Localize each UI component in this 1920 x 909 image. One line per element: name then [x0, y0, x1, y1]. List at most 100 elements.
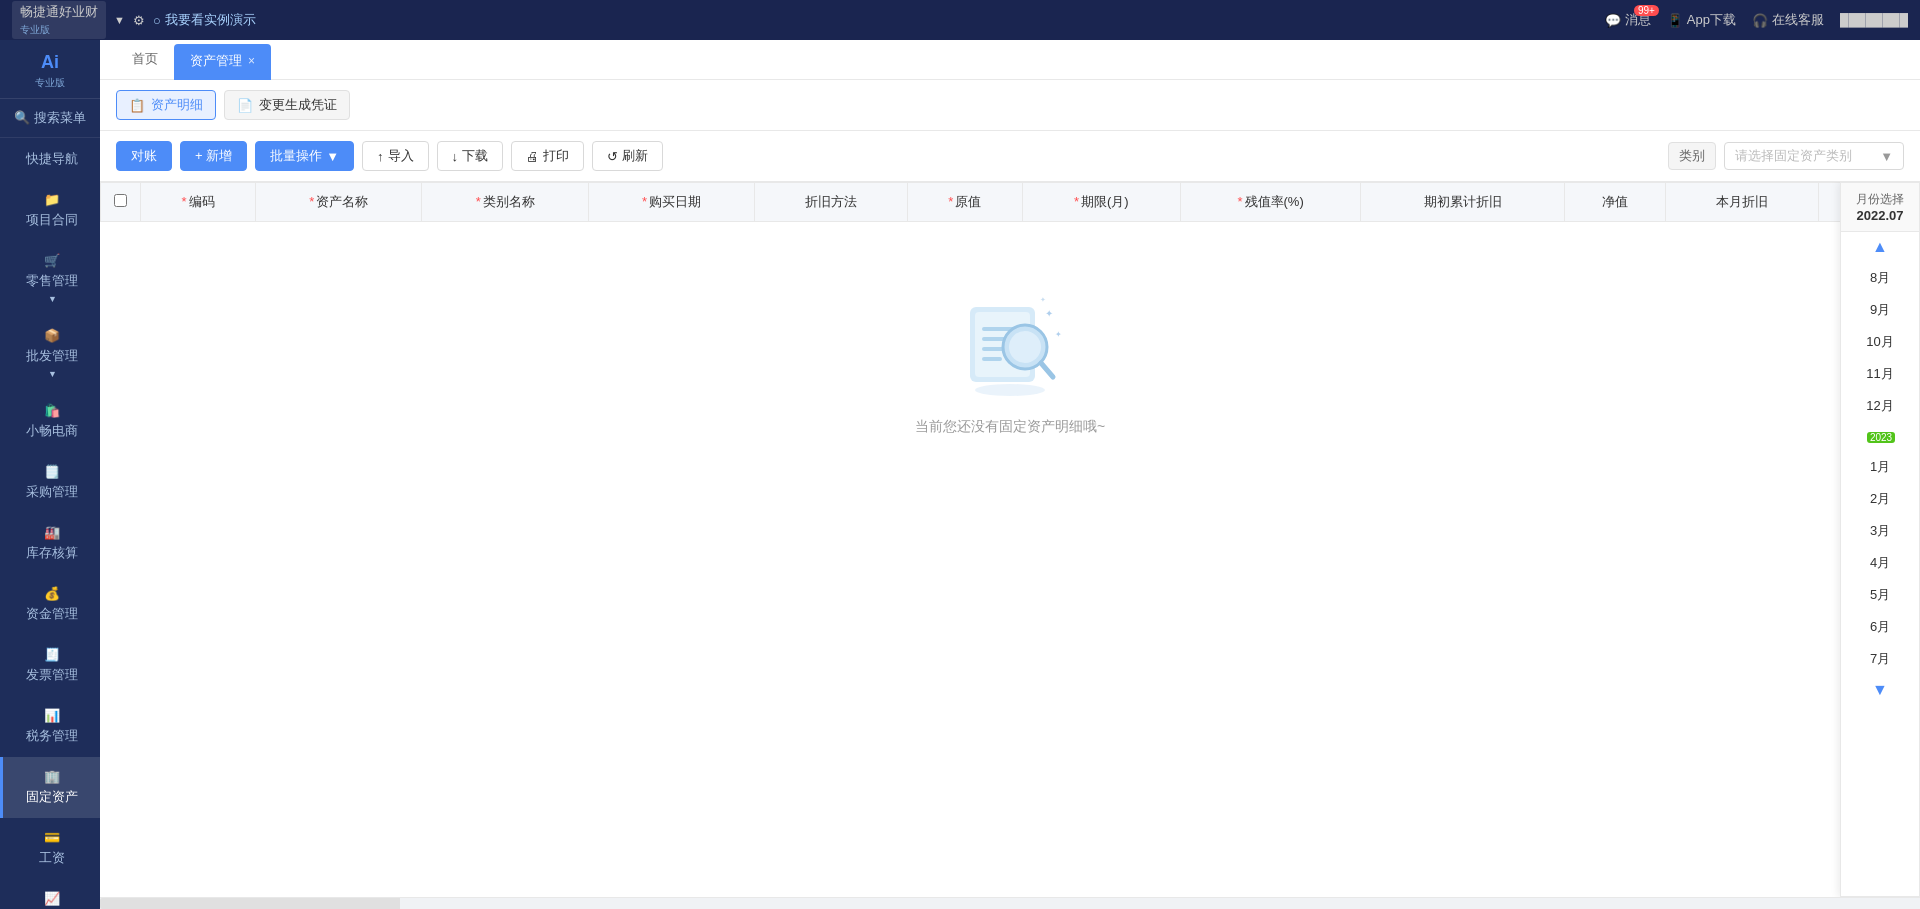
top-bar-left: 畅捷通好业财 专业版 ▼ ⚙ ○ 我要看实例演示	[12, 1, 1597, 39]
refresh-icon: ↺	[607, 149, 618, 164]
th-original-value: *原值	[907, 183, 1022, 222]
year-2023-marker: 2023	[1841, 422, 1919, 451]
table-header-row: *编码 *资产名称 *类别名称 *购买日期 折旧方法 *原值 *期限(月) *残…	[101, 183, 1920, 222]
select-all-checkbox[interactable]	[114, 194, 127, 207]
month-item-8[interactable]: 8月	[1841, 262, 1919, 294]
scrollbar-track	[100, 898, 1920, 909]
th-period-months: *期限(月)	[1022, 183, 1180, 222]
month-item-2023-2[interactable]: 2月	[1841, 483, 1919, 515]
asset-table: *编码 *资产名称 *类别名称 *购买日期 折旧方法 *原值 *期限(月) *残…	[100, 182, 1920, 496]
batch-operations-button[interactable]: 批量操作 ▼	[255, 141, 354, 171]
month-nav-down-button[interactable]: ▼	[1868, 679, 1892, 701]
toolbar-right: 类别 请选择固定资产类别 ▼	[1668, 142, 1904, 170]
th-monthly-depreciation: 本月折旧	[1666, 183, 1818, 222]
svg-text:✦: ✦	[1055, 330, 1062, 339]
main-layout: Ai 专业版 🔍 搜索菜单 快捷导航 📁 项目合同 🛒 零售管理 ▼ 📦 批发管…	[0, 40, 1920, 909]
sidebar-item-operations[interactable]: 📈 经营管理	[0, 879, 100, 909]
th-category: *类别名称	[422, 183, 588, 222]
year-badge: 2023	[1867, 432, 1895, 443]
th-residual-rate: *残值率(%)	[1180, 183, 1361, 222]
table-wrapper: *编码 *资产名称 *类别名称 *购买日期 折旧方法 *原值 *期限(月) *残…	[100, 182, 1920, 897]
import-icon: ↑	[377, 149, 384, 164]
month-item-2023-3[interactable]: 3月	[1841, 515, 1919, 547]
sidebar-item-retail[interactable]: 🛒 零售管理 ▼	[0, 241, 100, 316]
tab-bar: 首页 资产管理 ×	[100, 40, 1920, 80]
svg-text:✦: ✦	[1040, 296, 1046, 303]
download-button[interactable]: ↓ 下载	[437, 141, 504, 171]
sub-tab-asset-detail[interactable]: 📋 资产明细	[116, 90, 216, 120]
top-bar-right: 💬 消息 99+ 📱 App下载 🎧 在线客服 ████████	[1605, 11, 1908, 29]
app-download-button[interactable]: 📱 App下载	[1667, 11, 1736, 29]
category-select[interactable]: 请选择固定资产类别 ▼	[1724, 142, 1904, 170]
tab-home[interactable]: 首页	[116, 40, 174, 80]
company-dropdown[interactable]: ▼	[114, 14, 125, 26]
sidebar-logo: Ai 专业版	[0, 40, 100, 99]
empty-row: ✦ ✦ ✦ 当前您还没有固定资产明细哦~	[101, 222, 1920, 497]
svg-rect-6	[982, 357, 1002, 361]
import-button[interactable]: ↑ 导入	[362, 141, 429, 171]
month-item-12[interactable]: 12月	[1841, 390, 1919, 422]
svg-line-9	[1041, 363, 1053, 377]
asset-detail-icon: 📋	[129, 98, 145, 113]
sidebar-item-ecommerce[interactable]: 🛍️ 小畅电商	[0, 391, 100, 452]
online-service-button[interactable]: 🎧 在线客服	[1752, 11, 1824, 29]
empty-illustration: ✦ ✦ ✦	[950, 282, 1070, 402]
month-item-11[interactable]: 11月	[1841, 358, 1919, 390]
add-button[interactable]: + 新增	[180, 141, 247, 171]
user-info: ████████	[1840, 13, 1908, 27]
message-button[interactable]: 💬 消息 99+	[1605, 11, 1651, 29]
change-voucher-icon: 📄	[237, 98, 253, 113]
month-panel: 月份选择 2022.07 ▲ 8月 9月 10月	[1840, 182, 1920, 897]
logo-sub: 专业版	[8, 76, 92, 90]
month-item-2023-1[interactable]: 1月	[1841, 451, 1919, 483]
th-period-accumulated: 期初累计折旧	[1361, 183, 1565, 222]
service-icon: 🎧	[1752, 13, 1768, 28]
sidebar-item-tax[interactable]: 📊 税务管理	[0, 696, 100, 757]
category-arrow-icon: ▼	[1880, 149, 1893, 164]
sidebar-item-invoice[interactable]: 🧾 发票管理	[0, 635, 100, 696]
month-item-2023-6[interactable]: 6月	[1841, 611, 1919, 643]
month-panel-title: 月份选择	[1849, 191, 1911, 208]
month-nav-up-button[interactable]: ▲	[1868, 236, 1892, 258]
content-area: 📋 资产明细 📄 变更生成凭证 对账 + 新增	[100, 80, 1920, 909]
month-item-10[interactable]: 10月	[1841, 326, 1919, 358]
print-icon: 🖨	[526, 149, 539, 164]
sidebar-item-quick-nav[interactable]: 快捷导航	[0, 138, 100, 180]
th-net-value: 净值	[1565, 183, 1666, 222]
sidebar-item-project[interactable]: 📁 项目合同	[0, 180, 100, 241]
sidebar-item-fixed-assets[interactable]: 🏢 固定资产	[0, 757, 100, 818]
search-icon: 🔍	[14, 110, 30, 125]
sidebar-item-inventory[interactable]: 🏭 库存核算	[0, 513, 100, 574]
settings-icon[interactable]: ⚙	[133, 13, 145, 28]
month-item-2023-4[interactable]: 4月	[1841, 547, 1919, 579]
th-purchase-date: *购买日期	[588, 183, 754, 222]
month-item-2023-5[interactable]: 5月	[1841, 579, 1919, 611]
month-item-9[interactable]: 9月	[1841, 294, 1919, 326]
sidebar-item-payroll[interactable]: 💳 工资	[0, 818, 100, 879]
svg-point-0	[975, 384, 1045, 396]
refresh-button[interactable]: ↺ 刷新	[592, 141, 663, 171]
reconcile-button[interactable]: 对账	[116, 141, 172, 171]
month-panel-selected: 2022.07	[1849, 208, 1911, 223]
category-filter: 类别 请选择固定资产类别 ▼	[1668, 142, 1904, 170]
tab-asset-management[interactable]: 资产管理 ×	[174, 44, 271, 80]
category-label: 类别	[1668, 142, 1716, 170]
bottom-scrollbar[interactable]	[100, 897, 1920, 909]
svg-point-8	[1009, 331, 1041, 363]
table-month-wrapper: *编码 *资产名称 *类别名称 *购买日期 折旧方法 *原值 *期限(月) *残…	[100, 182, 1920, 897]
sub-tab-change-voucher[interactable]: 📄 变更生成凭证	[224, 90, 350, 120]
th-depreciation-method: 折旧方法	[755, 183, 907, 222]
th-name: *资产名称	[255, 183, 421, 222]
print-button[interactable]: 🖨 打印	[511, 141, 584, 171]
top-bar: 畅捷通好业财 专业版 ▼ ⚙ ○ 我要看实例演示 💬 消息 99+ 📱 App下…	[0, 0, 1920, 40]
sidebar-item-finance[interactable]: 💰 资金管理	[0, 574, 100, 635]
th-checkbox	[101, 183, 141, 222]
month-item-2023-7[interactable]: 7月	[1841, 643, 1919, 675]
demo-link[interactable]: ○ 我要看实例演示	[153, 11, 256, 29]
sidebar-item-purchase[interactable]: 🗒️ 采购管理	[0, 452, 100, 513]
demo-circle-icon: ○	[153, 13, 161, 28]
sidebar-item-wholesale[interactable]: 📦 批发管理 ▼	[0, 316, 100, 391]
tab-close-icon[interactable]: ×	[248, 54, 255, 68]
th-code: *编码	[141, 183, 256, 222]
sidebar-search[interactable]: 🔍 搜索菜单	[0, 99, 100, 138]
